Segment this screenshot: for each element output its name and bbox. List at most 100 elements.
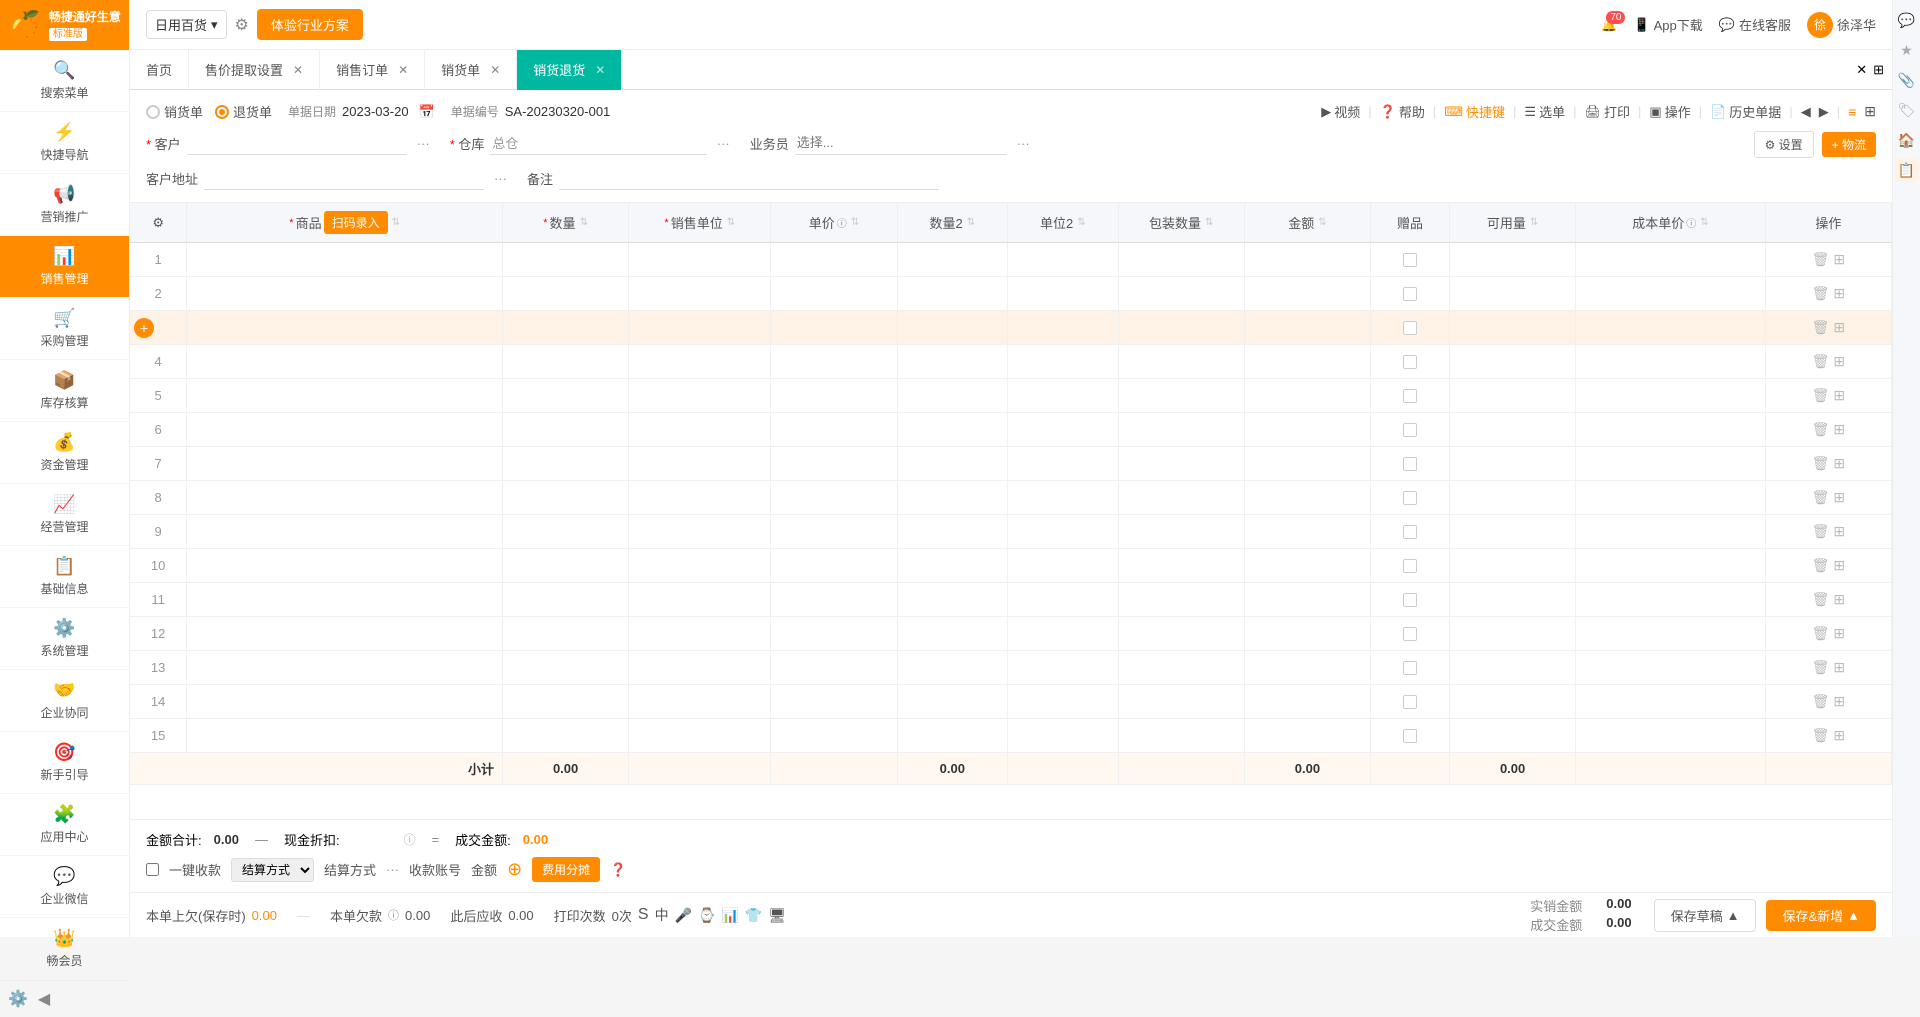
product-cell[interactable] (187, 685, 503, 719)
avail-cell[interactable] (1449, 447, 1575, 481)
qty-input[interactable] (507, 661, 624, 675)
gift-cell[interactable] (1371, 651, 1450, 685)
tab-close-sales-order[interactable]: ✕ (398, 63, 408, 77)
sidebar-item-finance[interactable]: 💰资金管理 (0, 422, 129, 484)
cost-cell[interactable] (1576, 243, 1765, 277)
avail-cell[interactable] (1449, 685, 1575, 719)
tab-close-sales-delivery[interactable]: ✕ (490, 63, 500, 77)
qty-input[interactable] (507, 593, 624, 607)
gift-checkbox[interactable] (1403, 457, 1417, 471)
pack-cell[interactable] (1118, 719, 1244, 753)
product-input[interactable] (191, 661, 498, 675)
amount-cell[interactable] (1244, 719, 1370, 753)
qty-input[interactable] (507, 559, 624, 573)
copy-row-btn[interactable]: ⊞ (1831, 453, 1847, 474)
close-all-icon[interactable]: ✕ (1856, 62, 1867, 78)
product-input[interactable] (191, 729, 498, 743)
qty2-cell[interactable] (897, 311, 1007, 345)
qty2-cell[interactable] (897, 243, 1007, 277)
sidebar-item-shortcut[interactable]: ⚡快捷导航 (0, 112, 129, 174)
add-row-btn[interactable]: + (134, 318, 154, 338)
price-cell[interactable] (771, 481, 897, 515)
sort-unit2-icon[interactable]: ⇅ (1077, 217, 1085, 228)
price-cell[interactable] (771, 311, 897, 345)
unit-cell[interactable] (629, 243, 771, 277)
rp-active[interactable]: 📋 (1895, 158, 1919, 182)
qty-cell[interactable] (502, 617, 628, 651)
qty2-cell[interactable] (897, 651, 1007, 685)
gift-checkbox[interactable] (1403, 559, 1417, 573)
pack-cell[interactable] (1118, 481, 1244, 515)
unit-cell[interactable] (629, 719, 771, 753)
copy-row-btn[interactable]: ⊞ (1831, 623, 1847, 644)
qty-cell[interactable] (502, 549, 628, 583)
qty-input[interactable] (507, 287, 624, 301)
sidebar-item-marketing[interactable]: 📢营销推广 (0, 174, 129, 236)
sort-unit-icon[interactable]: ⇅ (727, 217, 735, 228)
qty2-cell[interactable] (897, 413, 1007, 447)
cost-cell[interactable] (1576, 685, 1765, 719)
avail-cell[interactable] (1449, 481, 1575, 515)
sidebar-item-sales[interactable]: 📊销售管理 (0, 236, 129, 298)
qty2-cell[interactable] (897, 447, 1007, 481)
unit2-cell[interactable] (1008, 447, 1118, 481)
sort-amount-icon[interactable]: ⇅ (1318, 217, 1326, 228)
avail-cell[interactable] (1449, 243, 1575, 277)
unit2-cell[interactable] (1008, 685, 1118, 719)
tool-icon-5[interactable]: 📊 (721, 907, 738, 924)
delete-row-btn[interactable]: 🗑 (1810, 725, 1832, 746)
delete-row-btn[interactable]: 🗑 (1810, 385, 1832, 406)
unit2-cell[interactable] (1008, 549, 1118, 583)
address-dots[interactable]: ··· (494, 171, 507, 186)
save-new-btn[interactable]: 保存&新增 ▲ (1766, 900, 1876, 931)
qty-input[interactable] (507, 321, 624, 335)
avail-cell[interactable] (1449, 719, 1575, 753)
qty-cell[interactable] (502, 481, 628, 515)
delete-row-btn[interactable]: 🗑 (1810, 657, 1832, 678)
pack-cell[interactable] (1118, 379, 1244, 413)
qty2-cell[interactable] (897, 685, 1007, 719)
tool-icon-6[interactable]: 👕 (745, 907, 762, 924)
pack-cell[interactable] (1118, 617, 1244, 651)
rp-home[interactable]: 🏠 (1895, 128, 1919, 152)
amount-cell[interactable] (1244, 345, 1370, 379)
account-dots[interactable]: ··· (386, 862, 399, 877)
delete-row-btn[interactable]: 🗑 (1810, 555, 1832, 576)
product-cell[interactable] (187, 311, 503, 345)
topbar-gear-icon[interactable]: ⚙ (235, 15, 249, 35)
qty-input[interactable] (507, 491, 624, 505)
qty2-cell[interactable] (897, 277, 1007, 311)
pack-cell[interactable] (1118, 583, 1244, 617)
qty2-cell[interactable] (897, 345, 1007, 379)
gift-cell[interactable] (1371, 719, 1450, 753)
avail-cell[interactable] (1449, 583, 1575, 617)
delete-row-btn[interactable]: 🗑 (1810, 453, 1832, 474)
set-btn[interactable]: ⚙ 设置 (1754, 131, 1814, 158)
sidebar-item-inventory[interactable]: 📦库存核算 (0, 360, 129, 422)
sidebar-item-member[interactable]: 👑畅会员 (0, 918, 129, 980)
gift-checkbox[interactable] (1403, 593, 1417, 607)
copy-row-btn[interactable]: ⊞ (1831, 521, 1847, 542)
qty-cell[interactable] (502, 515, 628, 549)
logistics-btn[interactable]: + 物流 (1822, 132, 1876, 157)
price-cell[interactable] (771, 413, 897, 447)
qty2-cell[interactable] (897, 481, 1007, 515)
product-cell[interactable] (187, 719, 503, 753)
delete-row-btn[interactable]: 🗑 (1810, 249, 1832, 270)
amount-cell[interactable] (1244, 243, 1370, 277)
qty2-cell[interactable] (897, 379, 1007, 413)
amount-cell[interactable] (1244, 685, 1370, 719)
amount-cell[interactable] (1244, 549, 1370, 583)
delete-row-btn[interactable]: 🗑 (1810, 691, 1832, 712)
qty-input[interactable] (507, 355, 624, 369)
product-cell[interactable] (187, 481, 503, 515)
qty2-cell[interactable] (897, 515, 1007, 549)
toolbar-help[interactable]: ❓ 帮助 (1380, 102, 1425, 121)
unit2-cell[interactable] (1008, 481, 1118, 515)
qty-cell[interactable] (502, 243, 628, 277)
salesperson-dots[interactable]: ··· (1017, 136, 1030, 151)
qty2-cell[interactable] (897, 719, 1007, 753)
qty-cell[interactable] (502, 583, 628, 617)
toolbar-video[interactable]: ▶ 视频 (1321, 102, 1360, 121)
sort-pack-icon[interactable]: ⇅ (1205, 217, 1213, 228)
